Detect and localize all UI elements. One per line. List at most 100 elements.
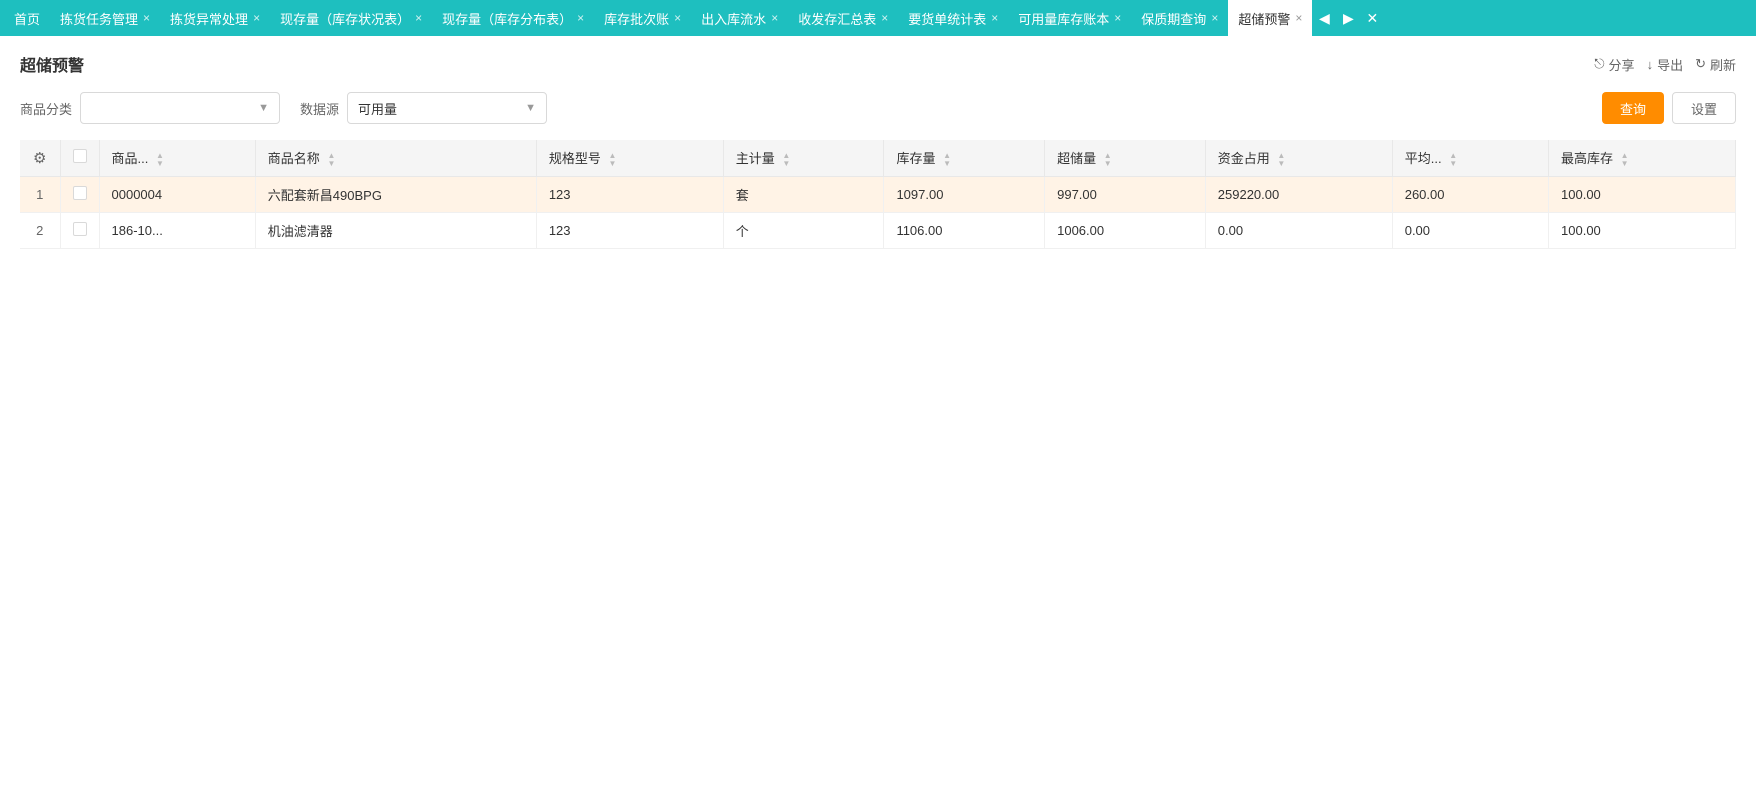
share-icon: ⎋ [1594, 56, 1604, 72]
nav-item-receive-send[interactable]: 收发存汇总表 × [788, 0, 898, 36]
refresh-label: 刷新 [1710, 55, 1736, 74]
nav-close-inventory-status[interactable]: × [415, 11, 422, 25]
nav-arrow-right[interactable]: ▶ [1336, 0, 1360, 36]
cell-checkbox [60, 176, 99, 212]
th-over: 超储量 ▲▼ [1045, 140, 1206, 176]
th-name-label: 商品名称 [268, 151, 320, 166]
nav-item-order-stats[interactable]: 要货单统计表 × [898, 0, 1008, 36]
sort-avg-icon[interactable]: ▲▼ [1449, 152, 1457, 168]
nav-label-available-account: 可用量库存账本 [1018, 9, 1109, 28]
header-actions: ⎋ 分享 ↓ 导出 ↻ 刷新 [1594, 55, 1736, 74]
nav-item-inventory-dist[interactable]: 现存量（库存分布表） × [432, 0, 594, 36]
cell-index: 1 [20, 176, 60, 212]
category-select[interactable]: ▼ [80, 92, 280, 124]
table-row: 2 186-10... 机油滤清器 123 个 1106.00 1006.00 … [20, 212, 1736, 248]
sort-stock-icon[interactable]: ▲▼ [943, 152, 951, 168]
nav-item-in-out-flow[interactable]: 出入库流水 × [691, 0, 788, 36]
th-spec: 规格型号 ▲▼ [536, 140, 723, 176]
nav-close-abnormal[interactable]: × [253, 11, 260, 25]
nav-label-home: 首页 [14, 9, 40, 28]
cell-unit: 套 [723, 176, 884, 212]
nav-close-overstock-alert[interactable]: × [1295, 11, 1302, 25]
settings-button[interactable]: 设置 [1672, 92, 1736, 124]
th-capital-label: 资金占用 [1218, 151, 1270, 166]
row-checkbox[interactable] [73, 186, 87, 200]
cell-stock: 1097.00 [884, 176, 1045, 212]
nav-item-batch-account[interactable]: 库存批次账 × [594, 0, 691, 36]
cell-avg: 260.00 [1392, 176, 1548, 212]
filter-bar: 商品分类 ▼ 数据源 可用量 ▼ 查询 设置 [20, 92, 1736, 124]
th-checkbox [60, 140, 99, 176]
refresh-icon: ↻ [1695, 56, 1706, 72]
nav-close-batch-account[interactable]: × [674, 11, 681, 25]
cell-maxstock: 100.00 [1549, 176, 1736, 212]
th-name: 商品名称 ▲▼ [255, 140, 536, 176]
th-avg-label: 平均... [1405, 151, 1442, 166]
sort-unit-icon[interactable]: ▲▼ [782, 152, 790, 168]
refresh-button[interactable]: ↻ 刷新 [1695, 55, 1736, 74]
th-stock: 库存量 ▲▼ [884, 140, 1045, 176]
th-unit-label: 主计量 [736, 151, 775, 166]
nav-arrow-close-all[interactable]: ✕ [1360, 0, 1384, 36]
cell-name: 机油滤清器 [255, 212, 536, 248]
nav-label-inventory-status: 现存量（库存状况表） [280, 9, 410, 28]
cell-unit: 个 [723, 212, 884, 248]
data-table: ⚙ 商品... ▲▼ 商品名称 ▲▼ 规格型号 ▲▼ 主计 [20, 140, 1736, 249]
datasource-label: 数据源 [300, 99, 339, 118]
th-gear: ⚙ [20, 140, 60, 176]
nav-close-available-account[interactable]: × [1114, 11, 1121, 25]
table-row: 1 0000004 六配套新昌490BPG 123 套 1097.00 997.… [20, 176, 1736, 212]
th-stock-label: 库存量 [896, 151, 935, 166]
nav-label-in-out-flow: 出入库流水 [701, 9, 766, 28]
nav-close-quality-check[interactable]: × [1211, 11, 1218, 25]
nav-close-task-mgmt[interactable]: × [143, 11, 150, 25]
nav-item-task-mgmt[interactable]: 拣货任务管理 × [50, 0, 160, 36]
nav-close-in-out-flow[interactable]: × [771, 11, 778, 25]
top-navigation: 首页 拣货任务管理 × 拣货异常处理 × 现存量（库存状况表） × 现存量（库存… [0, 0, 1756, 36]
nav-item-quality-check[interactable]: 保质期查询 × [1131, 0, 1228, 36]
nav-label-overstock-alert: 超储预警 [1238, 9, 1290, 28]
th-maxstock-label: 最高库存 [1561, 151, 1613, 166]
nav-label-batch-account: 库存批次账 [604, 9, 669, 28]
sort-capital-icon[interactable]: ▲▼ [1277, 152, 1285, 168]
category-label: 商品分类 [20, 99, 72, 118]
th-capital: 资金占用 ▲▼ [1205, 140, 1392, 176]
page-title: 超储预警 [20, 52, 84, 76]
nav-item-abnormal[interactable]: 拣货异常处理 × [160, 0, 270, 36]
sort-over-icon[interactable]: ▲▼ [1104, 152, 1112, 168]
sort-maxstock-icon[interactable]: ▲▼ [1621, 152, 1629, 168]
nav-item-home[interactable]: 首页 [4, 0, 50, 36]
cell-stock: 1106.00 [884, 212, 1045, 248]
sort-name-icon[interactable]: ▲▼ [327, 152, 335, 168]
gear-icon[interactable]: ⚙ [33, 149, 46, 167]
export-label: 导出 [1657, 55, 1683, 74]
cell-sku: 0000004 [99, 176, 255, 212]
cell-sku: 186-10... [99, 212, 255, 248]
nav-close-order-stats[interactable]: × [991, 11, 998, 25]
th-sku-label: 商品... [112, 151, 149, 166]
nav-label-quality-check: 保质期查询 [1141, 9, 1206, 28]
nav-arrow-left[interactable]: ◀ [1312, 0, 1336, 36]
export-icon: ↓ [1647, 57, 1654, 72]
cell-spec: 123 [536, 212, 723, 248]
nav-item-available-account[interactable]: 可用量库存账本 × [1008, 0, 1131, 36]
nav-label-abnormal: 拣货异常处理 [170, 9, 248, 28]
sort-spec-icon[interactable]: ▲▼ [608, 152, 616, 168]
cell-capital: 0.00 [1205, 212, 1392, 248]
nav-close-inventory-dist[interactable]: × [577, 11, 584, 25]
share-button[interactable]: ⎋ 分享 [1594, 55, 1634, 74]
sort-sku-icon[interactable]: ▲▼ [156, 152, 164, 168]
export-button[interactable]: ↓ 导出 [1647, 55, 1684, 74]
cell-spec: 123 [536, 176, 723, 212]
row-checkbox[interactable] [73, 222, 87, 236]
query-button[interactable]: 查询 [1602, 92, 1664, 124]
nav-label-order-stats: 要货单统计表 [908, 9, 986, 28]
nav-item-inventory-status[interactable]: 现存量（库存状况表） × [270, 0, 432, 36]
chevron-down-icon: ▼ [258, 102, 269, 114]
select-all-checkbox[interactable] [73, 149, 87, 163]
nav-item-overstock-alert[interactable]: 超储预警 × [1228, 0, 1312, 36]
datasource-select[interactable]: 可用量 ▼ [347, 92, 547, 124]
nav-close-receive-send[interactable]: × [881, 11, 888, 25]
share-label: 分享 [1609, 55, 1635, 74]
nav-label-task-mgmt: 拣货任务管理 [60, 9, 138, 28]
